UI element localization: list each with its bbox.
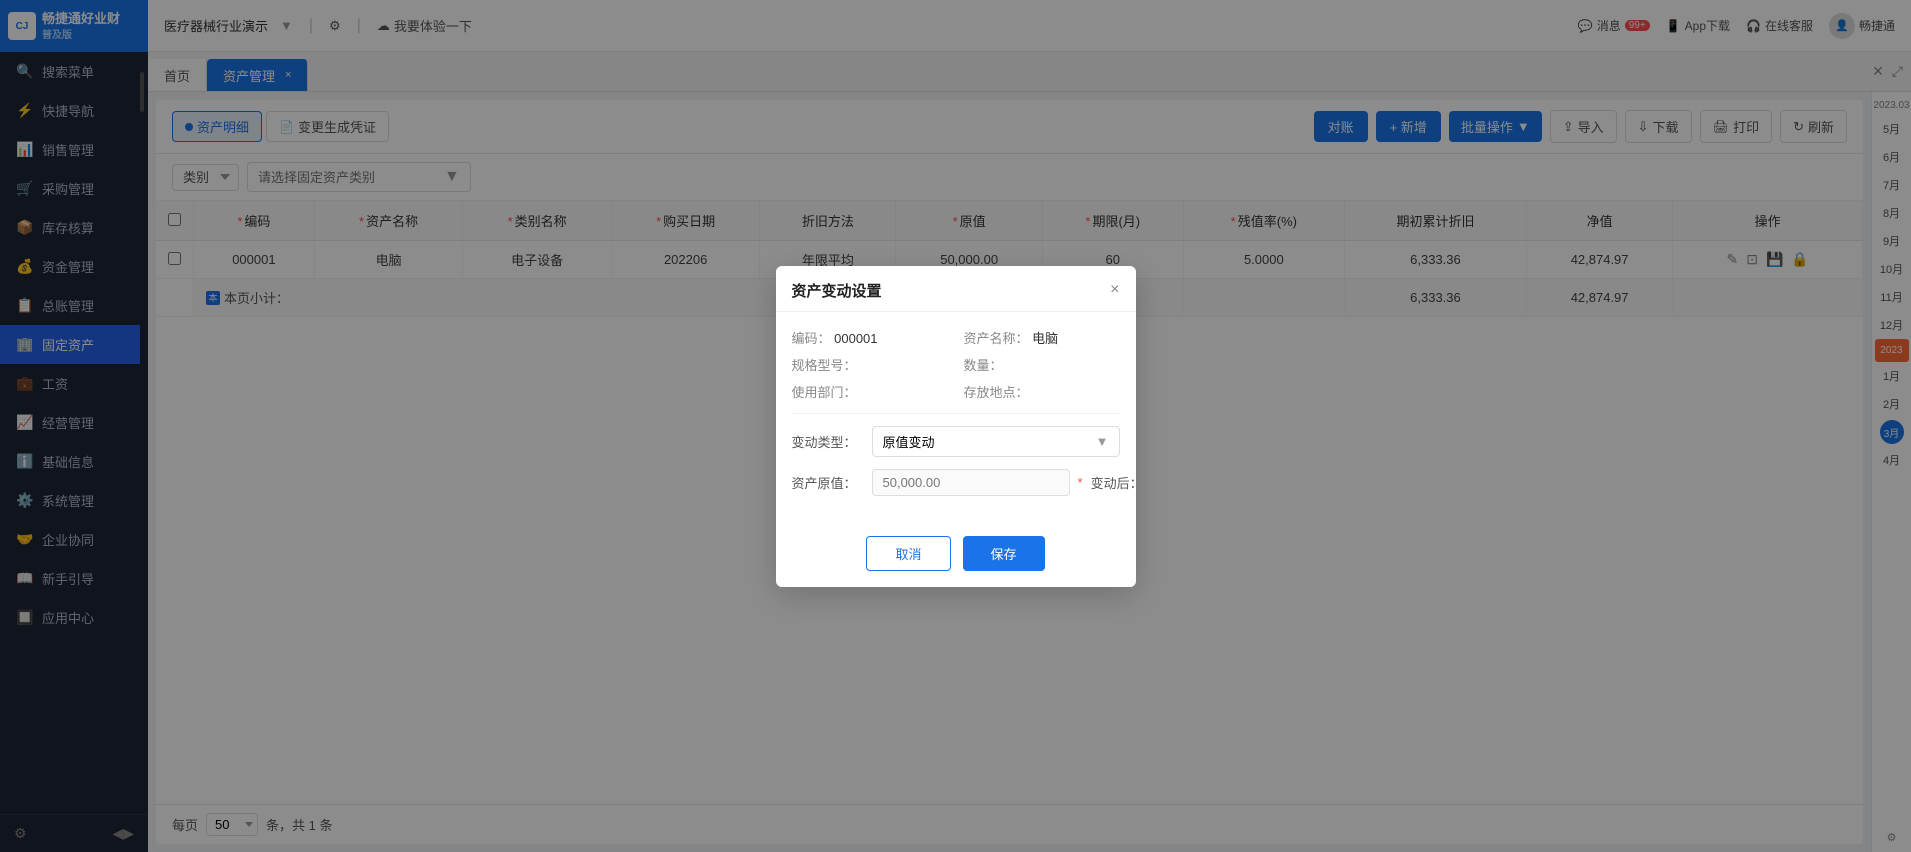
modal-location-row: 存放地点： [964, 382, 1120, 401]
cancel-btn[interactable]: 取消 [866, 536, 950, 571]
modal-title: 资产变动设置 [792, 280, 882, 301]
modal-header: 资产变动设置 × [776, 266, 1136, 312]
change-type-row: 变动类型： 原值变动 ▼ [792, 426, 1120, 457]
modal-code-row: 编码： 000001 [792, 328, 948, 347]
original-value-row: 资产原值： * 变动后： [792, 469, 1120, 496]
save-btn[interactable]: 保存 [963, 536, 1045, 571]
change-type-label: 变动类型： [792, 432, 864, 451]
modal-info-grid: 编码： 000001 资产名称： 电脑 规格型号： 数量： 使用部门： [792, 328, 1120, 401]
modal-spec-row: 规格型号： [792, 355, 948, 374]
modal-overlay[interactable]: 资产变动设置 × 编码： 000001 资产名称： 电脑 规格型号： 数量： [0, 0, 1911, 852]
modal-dept-row: 使用部门： [792, 382, 948, 401]
after-change-label: 变动后： [1091, 473, 1136, 492]
change-type-select[interactable]: 原值变动 ▼ [872, 426, 1120, 457]
asset-change-modal: 资产变动设置 × 编码： 000001 资产名称： 电脑 规格型号： 数量： [776, 266, 1136, 587]
select-arrow-icon: ▼ [1096, 434, 1109, 449]
modal-close-btn[interactable]: × [1110, 281, 1119, 299]
modal-divider [792, 413, 1120, 414]
modal-quantity-row: 数量： [964, 355, 1120, 374]
original-value-label: 资产原值： [792, 473, 864, 492]
original-value-input [872, 469, 1070, 496]
modal-footer: 取消 保存 [776, 524, 1136, 587]
modal-body: 编码： 000001 资产名称： 电脑 规格型号： 数量： 使用部门： [776, 312, 1136, 524]
modal-asset-name-row: 资产名称： 电脑 [964, 328, 1120, 347]
required-star: * [1078, 475, 1083, 490]
